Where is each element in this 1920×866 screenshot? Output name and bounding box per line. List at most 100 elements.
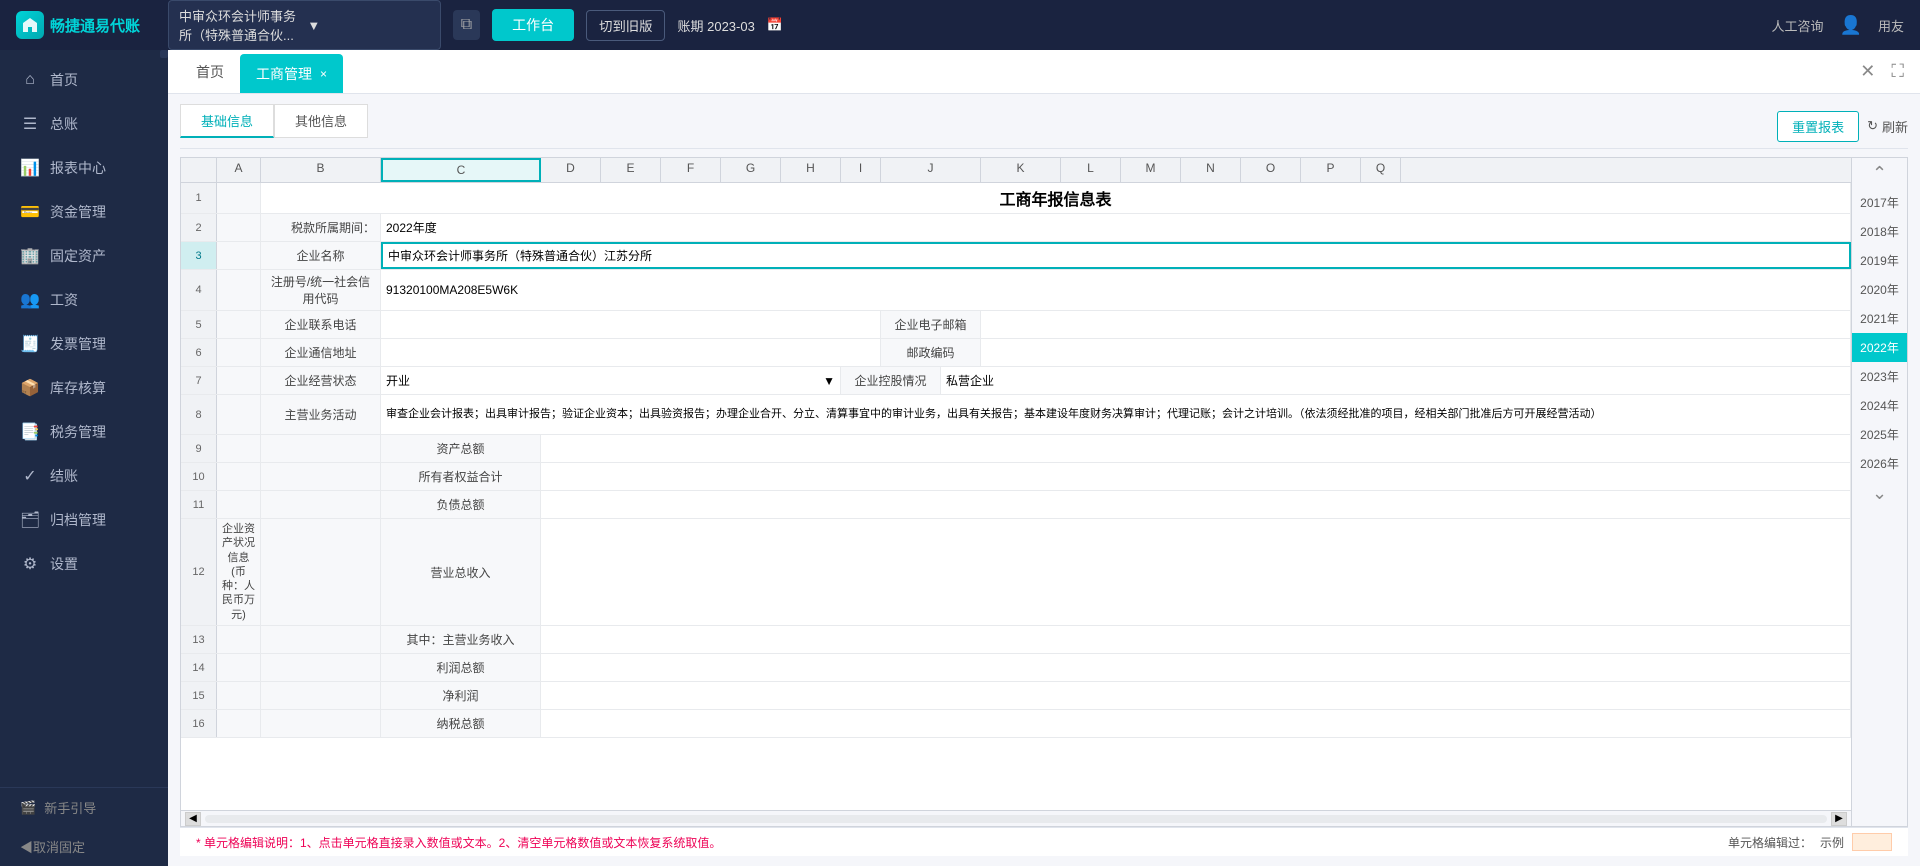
year-panel-down-btn[interactable]: ⌄ — [1852, 478, 1907, 508]
cell-9-a[interactable] — [217, 435, 261, 462]
cell-12-d[interactable] — [541, 519, 1851, 625]
cell-8-a[interactable] — [217, 395, 261, 434]
hscroll-left-btn[interactable]: ◀ — [185, 812, 201, 826]
row-num-14: 14 — [181, 654, 217, 681]
cell-14-d[interactable] — [541, 654, 1851, 681]
cell-6-a[interactable] — [217, 339, 261, 366]
cell-5-a[interactable] — [217, 311, 261, 338]
cell-11-c: 负债总额 — [381, 491, 541, 518]
consult-label[interactable]: 人工咨询 — [1772, 16, 1824, 35]
hscroll-right-btn[interactable]: ▶ — [1831, 812, 1847, 826]
year-item-2022[interactable]: 2022年 — [1852, 333, 1907, 362]
subtab-other[interactable]: 其他信息 — [274, 104, 368, 138]
sidebar-item-invoice[interactable]: 🧾 发票管理 — [0, 322, 168, 366]
cell-13-d[interactable] — [541, 626, 1851, 653]
sidebar-item-ledger[interactable]: ☰ 总账 — [0, 102, 168, 146]
cell-16-a[interactable] — [217, 710, 261, 737]
sidebar-item-archive[interactable]: 🗂 归档管理 — [0, 498, 168, 542]
company-selector[interactable]: 中审众环会计师事务所（特殊普通合伙... ▼ — [168, 0, 441, 50]
fund-icon: 💳 — [20, 202, 40, 222]
tab-close-window-icon[interactable]: ✕ — [1856, 57, 1879, 86]
cell-edited-label: 单元格编辑过： — [1728, 834, 1812, 851]
cell-11-b — [261, 491, 381, 518]
cell-7-j: 企业控股情况 — [841, 367, 941, 394]
row-num-10: 10 — [181, 463, 217, 490]
user-avatar-icon: 👤 — [1840, 15, 1862, 36]
cell-11-d[interactable] — [541, 491, 1851, 518]
cell-9-d[interactable] — [541, 435, 1851, 462]
cell-4-a[interactable] — [217, 270, 261, 310]
cell-10-a[interactable] — [217, 463, 261, 490]
cell-7-a[interactable] — [217, 367, 261, 394]
unpin-button[interactable]: ◀取消固定 — [0, 827, 168, 866]
sidebar-item-fund[interactable]: 💳 资金管理 — [0, 190, 168, 234]
new-guide[interactable]: 🎬 新手引导 — [0, 788, 168, 827]
switch-old-button[interactable]: 切到旧版 — [586, 10, 665, 41]
sidebar-item-label-report: 报表中心 — [50, 158, 106, 178]
cell-2-a[interactable] — [217, 214, 261, 241]
col-header-a: A — [217, 158, 261, 182]
bottom-right: 单元格编辑过： 示例 — [1728, 833, 1892, 851]
cell-4-c[interactable]: 91320100MA208E5W6K — [381, 270, 1851, 310]
cell-1-a[interactable] — [217, 183, 261, 213]
workbench-button[interactable]: 工作台 — [492, 9, 574, 41]
sidebar-item-label-fund: 资金管理 — [50, 202, 106, 222]
hscroll-track[interactable] — [205, 815, 1827, 823]
calendar-icon[interactable]: 📅 — [767, 17, 783, 33]
reset-report-button[interactable]: 重置报表 — [1777, 111, 1859, 142]
copy-icon-btn[interactable]: ⧉ — [453, 10, 480, 40]
refresh-button[interactable]: ↻ 刷新 — [1867, 117, 1908, 136]
sidebar-item-inventory[interactable]: 📦 库存核算 — [0, 366, 168, 410]
year-item-2020[interactable]: 2020年 — [1852, 275, 1907, 304]
year-item-2018[interactable]: 2018年 — [1852, 217, 1907, 246]
cell-5-k[interactable] — [981, 311, 1851, 338]
user-label[interactable]: 用友 — [1878, 16, 1904, 35]
cell-15-a[interactable] — [217, 682, 261, 709]
sheet-body[interactable]: 1 工商年报信息表 2 税款所属期间： 2022年度 — [181, 183, 1851, 810]
cell-15-d[interactable] — [541, 682, 1851, 709]
cell-15-c: 净利润 — [381, 682, 541, 709]
cell-10-b — [261, 463, 381, 490]
year-item-2026[interactable]: 2026年 — [1852, 449, 1907, 478]
subtab-basic[interactable]: 基础信息 — [180, 104, 274, 138]
year-item-2019[interactable]: 2019年 — [1852, 246, 1907, 275]
table-row: 15 净利润 — [181, 682, 1851, 710]
cell-13-a[interactable] — [217, 626, 261, 653]
sidebar-item-asset[interactable]: 🏢 固定资产 — [0, 234, 168, 278]
cell-3-a[interactable] — [217, 242, 261, 269]
year-item-2023[interactable]: 2023年 — [1852, 362, 1907, 391]
cell-6-k[interactable] — [981, 339, 1851, 366]
table-row: 6 企业通信地址 邮政编码 — [181, 339, 1851, 367]
year-item-2021[interactable]: 2021年 — [1852, 304, 1907, 333]
sidebar-item-home[interactable]: ⌂ 首页 — [0, 58, 168, 102]
tab-expand-icon[interactable]: ⛶ — [1887, 57, 1908, 86]
tab-home[interactable]: 首页 — [180, 50, 240, 93]
sidebar-item-tax[interactable]: 📑 税务管理 — [0, 410, 168, 454]
table-row: 14 利润总额 — [181, 654, 1851, 682]
cell-11-a[interactable] — [217, 491, 261, 518]
sidebar-item-report[interactable]: 📊 报表中心 — [0, 146, 168, 190]
year-item-2024[interactable]: 2024年 — [1852, 391, 1907, 420]
sidebar-item-settings[interactable]: ⚙ 设置 — [0, 542, 168, 586]
year-item-2017[interactable]: 2017年 — [1852, 188, 1907, 217]
sidebar-item-close[interactable]: ✓ 结账 — [0, 454, 168, 498]
cell-7-k[interactable]: 私营企业 — [941, 367, 1851, 394]
tab-close-icon[interactable]: × — [320, 67, 327, 81]
cell-3-c[interactable]: 中审众环会计师事务所（特殊普通合伙）江苏分所 — [381, 242, 1851, 269]
col-header-k: K — [981, 158, 1061, 182]
cell-2-c[interactable]: 2022年度 — [381, 214, 1851, 241]
cell-16-d[interactable] — [541, 710, 1851, 737]
cell-10-d[interactable] — [541, 463, 1851, 490]
cell-6-c[interactable] — [381, 339, 881, 366]
cell-8-c[interactable]: 审查企业会计报表；出具审计报告；验证企业资本；出具验资报告；办理企业合开、分立、… — [381, 395, 1851, 434]
sidebar-item-salary[interactable]: 👥 工资 — [0, 278, 168, 322]
table-row: 16 纳税总额 — [181, 710, 1851, 738]
tab-gongshang[interactable]: 工商管理 × — [240, 54, 343, 93]
cell-14-a[interactable] — [217, 654, 261, 681]
year-item-2025[interactable]: 2025年 — [1852, 420, 1907, 449]
cell-4-b: 注册号/统一社会信用代码 — [261, 270, 381, 310]
logo-icon — [16, 11, 44, 39]
cell-5-c[interactable] — [381, 311, 881, 338]
year-panel-up-btn[interactable]: ⌃ — [1852, 158, 1907, 188]
cell-7-c[interactable]: 开业 ▼ — [381, 367, 841, 394]
